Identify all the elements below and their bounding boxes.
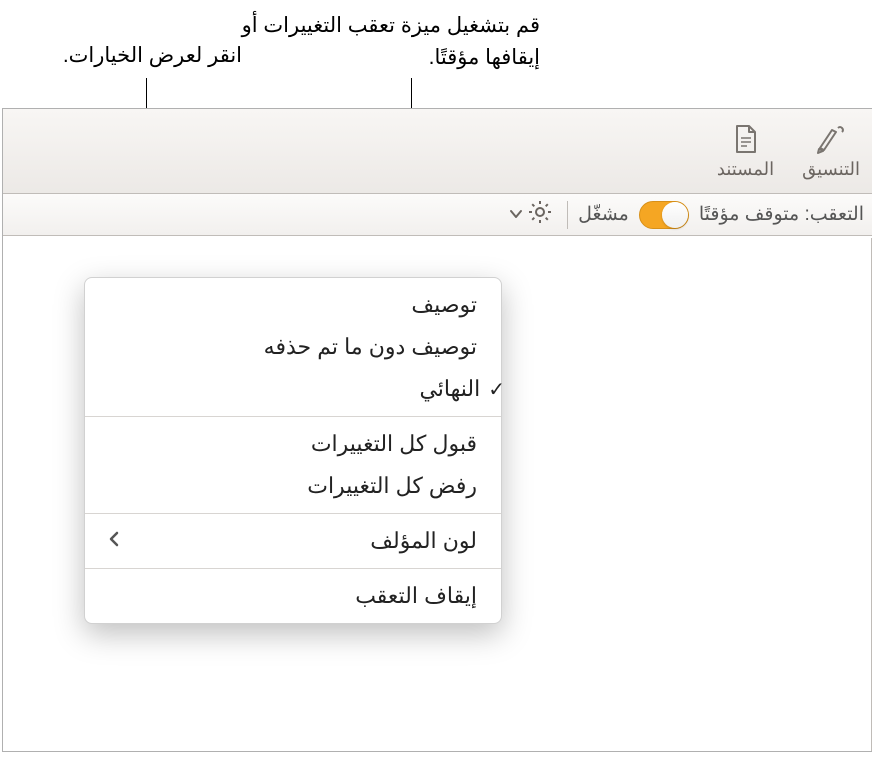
toggle-state-label: مشغّل [578,203,629,226]
tracking-bar: التعقب: متوقف مؤقتًا مشغّل [3,194,872,236]
chevron-left-icon [109,531,119,552]
callout-options-text: انقر لعرض الخيارات. [63,44,242,67]
menu-item-label: لون المؤلف [370,528,477,554]
callout-tracking-text: قم بتشغيل ميزة تعقب التغييرات أو إيقافها… [242,14,540,69]
format-label: التنسيق [802,159,860,180]
menu-item-label: توصيف دون ما تم حذفه [264,334,477,360]
divider [567,201,568,229]
menu-item-turn-off[interactable]: إيقاف التعقب [85,575,501,617]
menu-item-label: قبول كل التغييرات [311,431,477,457]
menu-item-final[interactable]: ✓ النهائي [85,368,501,410]
menu-item-author-color[interactable]: لون المؤلف [85,520,501,562]
toolbar: التنسيق المستند [3,109,872,194]
tracking-options-menu: توصيف توصيف دون ما تم حذفه ✓ النهائي قبو… [84,277,502,624]
menu-separator [85,513,501,514]
app-window: التنسيق المستند التعقب: متوقف مؤقتًا مشغ… [2,108,872,752]
menu-item-label: إيقاف التعقب [355,583,477,609]
callout-line [146,78,147,108]
document-icon [733,123,759,155]
menu-item-label: رفض كل التغييرات [307,473,477,499]
menu-item-markup-no-deletions[interactable]: توصيف دون ما تم حذفه [85,326,501,368]
tracking-options-button[interactable] [505,197,557,232]
menu-item-label: النهائي [419,376,480,402]
document-label: المستند [717,159,774,180]
callout-options: انقر لعرض الخيارات. [52,40,242,72]
format-icon [814,123,848,155]
menu-item-markup[interactable]: توصيف [85,284,501,326]
document-button[interactable]: المستند [717,123,774,180]
callout-tracking: قم بتشغيل ميزة تعقب التغييرات أو إيقافها… [240,10,540,73]
gear-icon [527,199,553,230]
tracking-status-label: التعقب: متوقف مؤقتًا [699,203,864,226]
menu-item-label: توصيف [411,292,477,318]
chevron-down-icon [509,206,523,224]
format-button[interactable]: التنسيق [802,123,860,180]
menu-separator [85,568,501,569]
tracking-toggle[interactable] [639,201,689,229]
check-icon: ✓ [488,377,505,402]
toggle-knob [662,202,688,228]
menu-item-accept-all[interactable]: قبول كل التغييرات [85,423,501,465]
menu-separator [85,416,501,417]
menu-item-reject-all[interactable]: رفض كل التغييرات [85,465,501,507]
